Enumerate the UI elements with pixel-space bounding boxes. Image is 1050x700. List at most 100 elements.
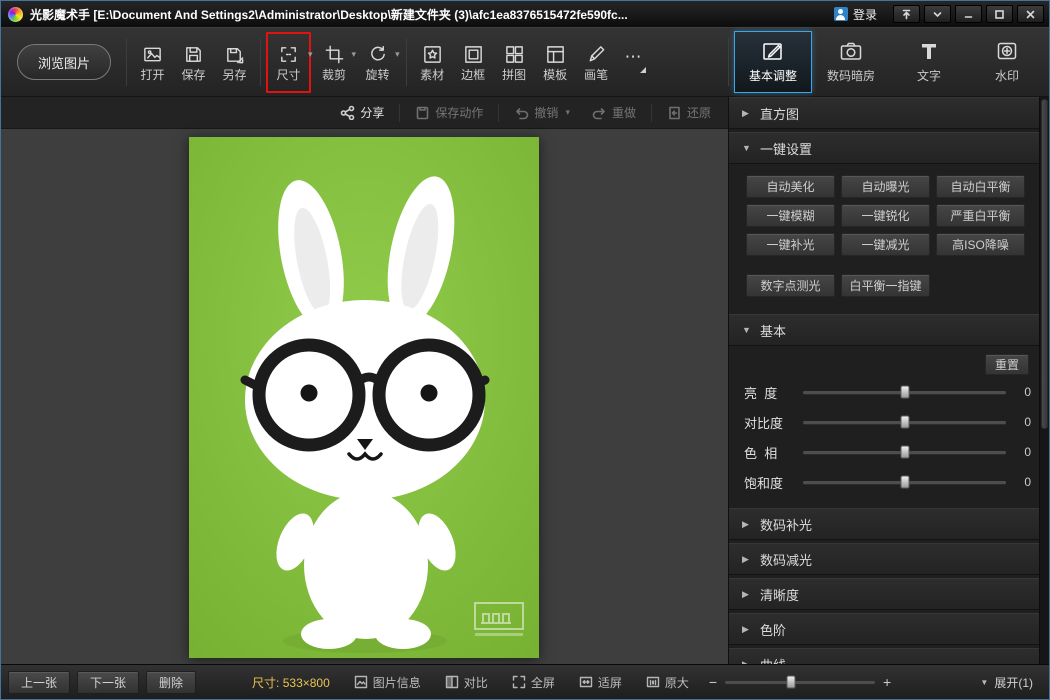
edit-square-icon — [761, 40, 785, 62]
crop-dropdown-arrow[interactable]: ▾ — [352, 49, 357, 60]
delete-image-button[interactable]: 删除 — [146, 671, 196, 694]
auto-whitebalance-button[interactable]: 自动白平衡 — [936, 175, 1025, 198]
section-clarity[interactable]: ▶ 清晰度 — [729, 578, 1041, 610]
save-action-button[interactable]: 保存动作 — [408, 104, 490, 121]
onekey-sharpen-button[interactable]: 一键锐化 — [841, 204, 930, 227]
zoom-in-button[interactable]: + — [883, 674, 891, 690]
onekey-extra-buttons: 数字点测光 白平衡一指键 — [729, 260, 1041, 311]
original-size-button[interactable]: 原大 — [646, 674, 689, 691]
contrast-track[interactable] — [803, 421, 1006, 424]
save-as-button[interactable]: 另存 — [214, 33, 255, 91]
collapsed-arrow-icon: ▶ — [742, 624, 751, 635]
collapsed-arrow-icon: ▶ — [742, 519, 751, 530]
rotate-button[interactable]: 旋转 — [357, 33, 398, 91]
template-button[interactable]: 模板 — [535, 33, 576, 91]
section-levels[interactable]: ▶ 色阶 — [729, 613, 1041, 645]
section-basic[interactable]: ▼ 基本 — [729, 314, 1041, 346]
tab-watermark[interactable]: 水印 — [968, 31, 1046, 93]
undo-dropdown-arrow[interactable]: ▾ — [565, 107, 570, 118]
crop-button[interactable]: 裁剪 — [314, 33, 355, 91]
zoom-thumb[interactable] — [787, 676, 796, 689]
zoom-track[interactable] — [725, 681, 875, 684]
tab-digital-darkroom[interactable]: 数码暗房 — [812, 31, 890, 93]
rotate-icon — [367, 44, 388, 65]
saturation-thumb[interactable] — [900, 476, 909, 489]
maximize-icon — [994, 9, 1005, 20]
brush-button[interactable]: 画笔 — [576, 33, 617, 91]
restore-button[interactable]: 还原 — [660, 104, 718, 121]
app-logo-icon — [8, 7, 23, 22]
more-tools-button[interactable]: ⋯ — [617, 33, 651, 91]
maximize-button[interactable] — [986, 5, 1013, 23]
skin-menu-button[interactable] — [924, 5, 951, 23]
onekey-filllight-button[interactable]: 一键补光 — [746, 233, 835, 256]
compare-icon — [445, 675, 459, 689]
actionbar-separator — [651, 104, 652, 122]
size-button-highlighted[interactable]: 尺寸 — [266, 32, 311, 93]
collage-button[interactable]: 拼图 — [494, 33, 535, 91]
slider-saturation: 饱和度 0 — [729, 467, 1041, 497]
corner-expand-icon — [640, 67, 646, 73]
save-button[interactable]: 保存 — [173, 33, 214, 91]
previous-image-button[interactable]: 上一张 — [8, 671, 70, 694]
hue-track[interactable] — [803, 451, 1006, 454]
share-button[interactable]: 分享 — [333, 104, 391, 121]
section-digital-filllight[interactable]: ▶ 数码补光 — [729, 508, 1041, 540]
open-button[interactable]: 打开 — [132, 33, 173, 91]
mode-tabs: 基本调整 数码暗房 文字 水印 — [723, 28, 1049, 96]
saturation-track[interactable] — [803, 481, 1006, 484]
minimize-button[interactable] — [955, 5, 982, 23]
toolbar-separator — [406, 38, 407, 86]
hue-thumb[interactable] — [900, 446, 909, 459]
tab-basic-adjust[interactable]: 基本调整 — [734, 31, 812, 93]
whitebalance-picker-button[interactable]: 白平衡一指键 — [841, 274, 930, 297]
contrast-thumb[interactable] — [900, 416, 909, 429]
onekey-blur-button[interactable]: 一键模糊 — [746, 204, 835, 227]
close-button[interactable] — [1017, 5, 1044, 23]
onekey-dimlight-button[interactable]: 一键减光 — [841, 233, 930, 256]
high-iso-denoise-button[interactable]: 高ISO降噪 — [936, 233, 1025, 256]
image-size-label: 尺寸: 533×800 — [252, 674, 330, 691]
section-histogram[interactable]: ▶ 直方图 — [729, 97, 1041, 129]
login-button[interactable]: 登录 — [828, 4, 889, 25]
frame-icon — [463, 44, 484, 65]
size-dropdown-arrow[interactable]: ▾ — [308, 49, 313, 60]
spot-metering-button[interactable]: 数字点测光 — [746, 274, 835, 297]
collapsed-arrow-icon: ▶ — [742, 554, 751, 565]
image-info-button[interactable]: 图片信息 — [354, 674, 421, 691]
rotate-dropdown-arrow[interactable]: ▾ — [395, 49, 400, 60]
compare-button[interactable]: 对比 — [445, 674, 488, 691]
panel-scrollbar[interactable] — [1039, 97, 1049, 666]
expand-filmstrip-button[interactable]: ▼ 展开(1) — [980, 674, 1033, 691]
auto-beautify-button[interactable]: 自动美化 — [746, 175, 835, 198]
brush-icon — [586, 44, 607, 65]
toolbar-separator — [728, 38, 729, 86]
auto-exposure-button[interactable]: 自动曝光 — [841, 175, 930, 198]
section-digital-dimlight[interactable]: ▶ 数码减光 — [729, 543, 1041, 575]
undo-button[interactable]: 撤销 ▾ — [507, 104, 577, 121]
template-icon — [545, 44, 566, 65]
collage-icon — [504, 44, 525, 65]
actionbar-separator — [399, 104, 400, 122]
reset-button[interactable]: 重置 — [985, 354, 1029, 375]
redo-button[interactable]: 重做 — [585, 104, 643, 121]
fit-screen-button[interactable]: 适屏 — [579, 674, 622, 691]
pin-up-button[interactable] — [893, 5, 920, 23]
section-onekey-settings[interactable]: ▼ 一键设置 — [729, 132, 1041, 164]
next-image-button[interactable]: 下一张 — [77, 671, 139, 694]
brightness-thumb[interactable] — [900, 386, 909, 399]
camera-icon — [839, 40, 863, 62]
share-icon — [340, 105, 355, 120]
brightness-track[interactable] — [803, 391, 1006, 394]
save-as-icon — [224, 44, 245, 65]
restore-icon — [667, 105, 682, 120]
scrollbar-thumb[interactable] — [1041, 99, 1048, 429]
fullscreen-button[interactable]: 全屏 — [512, 674, 555, 691]
tab-text[interactable]: 文字 — [890, 31, 968, 93]
image-info-icon — [354, 675, 368, 689]
border-button[interactable]: 边框 — [453, 33, 494, 91]
browse-images-button[interactable]: 浏览图片 — [17, 44, 111, 80]
material-button[interactable]: 素材 — [412, 33, 453, 91]
severe-whitebalance-button[interactable]: 严重白平衡 — [936, 204, 1025, 227]
zoom-out-button[interactable]: − — [709, 674, 717, 690]
